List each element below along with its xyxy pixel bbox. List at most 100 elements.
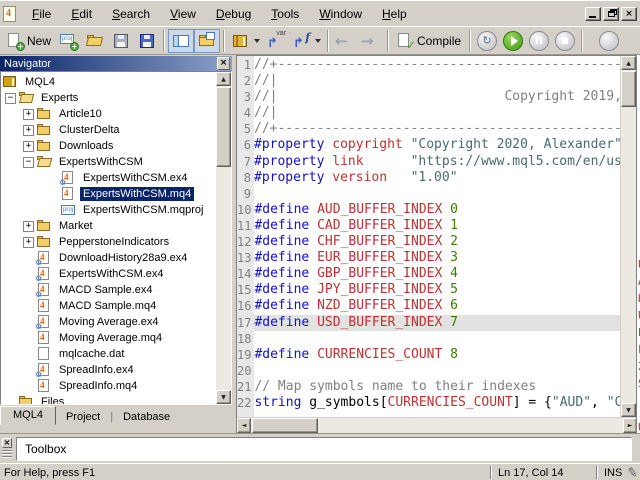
save-button[interactable]	[108, 29, 134, 53]
code-line-18[interactable]: 18	[237, 330, 620, 347]
new-button[interactable]: + New	[2, 29, 56, 53]
save-all-button[interactable]	[134, 29, 160, 53]
expand-plus-icon[interactable]: +	[23, 220, 34, 232]
expand-plus-icon[interactable]: +	[23, 140, 34, 152]
code-line-14[interactable]: 14 #define GBP_BUFFER_INDEX 4	[237, 266, 620, 283]
tree-item-moving-average-ex4[interactable]: 4 ⚙ Moving Average.ex4	[1, 314, 231, 331]
scroll-up-button[interactable]: ▲	[621, 56, 636, 70]
navigator-close-button[interactable]: ×	[217, 57, 230, 70]
toolbox-close-button[interactable]: ×	[2, 438, 12, 448]
code-line-12[interactable]: 12 #define CHF_BUFFER_INDEX 2	[237, 234, 620, 251]
tree-item-downloadhistory28a9-ex4[interactable]: 4 ⚙ DownloadHistory28a9.ex4	[1, 250, 231, 267]
tree-item-article10[interactable]: + Article10	[1, 106, 231, 122]
restore-button[interactable]	[603, 7, 619, 21]
file-view-toggle-button[interactable]	[194, 28, 221, 53]
code-line-8[interactable]: 8 #property version "1.00"	[237, 169, 620, 186]
insert-variable-button[interactable]: var ↱	[263, 29, 289, 53]
code-line-1[interactable]: 1//+------------------------------------…	[237, 57, 620, 74]
close-button[interactable]: ×	[621, 7, 637, 21]
scroll-up-button[interactable]: ▲	[216, 72, 231, 86]
expand-plus-icon[interactable]: +	[23, 124, 34, 136]
navigator-toggle-button[interactable]	[168, 28, 195, 53]
forward-button[interactable]: →	[358, 29, 384, 53]
collapse-minus-icon[interactable]: −	[23, 156, 34, 168]
minimize-icon	[589, 16, 596, 18]
tree-item-spreadinfo-mq4[interactable]: 4 SpreadInfo.mq4	[1, 378, 231, 394]
back-button[interactable]: ←	[332, 29, 358, 53]
compile-button[interactable]: ✓ Compile	[392, 29, 466, 53]
code-line-21[interactable]: 21// Map symbols name to their indexes	[237, 378, 620, 395]
tree-item-macd-sample-mq4[interactable]: 4 MACD Sample.mq4	[1, 298, 231, 314]
code-line-20[interactable]: 20	[237, 362, 620, 379]
code-line-13[interactable]: 13 #define EUR_BUFFER_INDEX 3	[237, 250, 620, 267]
tree-item-mqlcache-dat[interactable]: mqlcache.dat	[1, 346, 231, 362]
menu-debug[interactable]: Debug	[206, 4, 261, 24]
expand-plus-icon[interactable]: +	[23, 236, 34, 248]
tree-item-market[interactable]: + Market	[1, 218, 231, 234]
scroll-down-button[interactable]: ▼	[621, 403, 636, 417]
new-project-button[interactable]: proj +	[56, 29, 82, 53]
tree-item-spreadinfo-ex4[interactable]: 4 ⚙ SpreadInfo.ex4	[1, 362, 231, 379]
tree-item-moving-average-mq4[interactable]: 4 Moving Average.mq4	[1, 330, 231, 346]
editor-horizontal-scrollbar[interactable]: ◄ ►	[237, 417, 637, 433]
tree-item-expertswithcsm-ex4[interactable]: 4 ⚙ ExpertsWithCSM.ex4	[1, 266, 231, 283]
code-editor[interactable]: 1//+------------------------------------…	[236, 55, 637, 433]
menu-view[interactable]: View	[160, 4, 206, 24]
tree-item-mql4[interactable]: MQL4	[1, 74, 231, 90]
dictionary-button[interactable]	[228, 29, 263, 53]
menu-window[interactable]: Window	[309, 4, 372, 24]
code-line-22[interactable]: 22 string g_symbols[CURRENCIES_COUNT] = {…	[237, 394, 620, 412]
tab-database[interactable]: Database	[113, 409, 180, 423]
code-line-11[interactable]: 11 #define CAD_BUFFER_INDEX 1	[237, 217, 620, 235]
scroll-thumb[interactable]	[621, 71, 636, 107]
start-debug-button[interactable]	[500, 29, 526, 53]
clipped-edge-button[interactable]	[586, 29, 620, 53]
menu-help[interactable]: Help	[372, 4, 417, 24]
scroll-left-button[interactable]: ◄	[237, 418, 251, 433]
code-line-5[interactable]: 5//+------------------------------------…	[237, 121, 620, 138]
toolbox-handle[interactable]: ×	[2, 438, 14, 460]
code-line-15[interactable]: 15 #define JPY_BUFFER_INDEX 5	[237, 282, 620, 299]
scroll-thumb[interactable]	[252, 418, 318, 433]
code-line-10[interactable]: 10 #define AUD_BUFFER_INDEX 0	[237, 201, 620, 218]
code-area[interactable]: 1//+------------------------------------…	[237, 57, 620, 417]
restart-debug-button[interactable]: ↻	[474, 29, 500, 53]
expand-plus-icon[interactable]: +	[23, 108, 34, 120]
minimize-button[interactable]	[585, 7, 601, 21]
tree-item-files[interactable]: Files	[1, 394, 231, 404]
menu-tools[interactable]: Tools	[261, 4, 309, 24]
code-line-6[interactable]: 6 #property copyright "Copyright 2020, Al…	[237, 137, 620, 154]
menu-file[interactable]: File	[22, 4, 61, 24]
tree-item-pepperstoneindicators[interactable]: + PepperstoneIndicators	[1, 234, 231, 250]
tree-item-clusterdelta[interactable]: + ClusterDelta	[1, 122, 231, 138]
open-button[interactable]	[82, 29, 108, 53]
tree-item-expertswithcsm[interactable]: − ExpertsWithCSM	[1, 154, 231, 170]
pause-debug-button[interactable]	[526, 29, 552, 53]
stop-debug-button[interactable]	[552, 29, 578, 53]
code-line-9[interactable]: 9	[237, 185, 620, 202]
scroll-down-button[interactable]: ▼	[216, 390, 231, 404]
tree-item-downloads[interactable]: + Downloads	[1, 138, 231, 154]
tab-project[interactable]: Project	[56, 409, 110, 423]
navigator-scrollbar[interactable]: ▲ ▼	[216, 72, 231, 404]
tree-item-expertswithcsm-mq4[interactable]: 4 ExpertsWithCSM.mq4	[1, 186, 231, 202]
editor-vertical-scrollbar[interactable]: ▲ ▼	[620, 56, 636, 417]
code-line-3[interactable]: 3//| Copyright 2019, Alexander	[237, 89, 620, 106]
tree-item-macd-sample-ex4[interactable]: 4 ⚙ MACD Sample.ex4	[1, 282, 231, 299]
tree-item-experts[interactable]: − Experts	[1, 90, 231, 106]
menu-edit[interactable]: Edit	[61, 4, 102, 24]
code-line-17[interactable]: 17 #define USD_BUFFER_INDEX 7	[237, 314, 620, 331]
code-line-2[interactable]: 2//|	[237, 73, 620, 90]
code-line-16[interactable]: 16 #define NZD_BUFFER_INDEX 6	[237, 298, 620, 315]
scroll-thumb[interactable]	[216, 87, 231, 167]
scroll-right-button[interactable]: ►	[623, 418, 637, 433]
menu-search[interactable]: Search	[102, 4, 160, 24]
code-line-4[interactable]: 4//|	[237, 105, 620, 122]
insert-function-button[interactable]: f ↱	[289, 29, 324, 53]
tree-item-expertswithcsm-mqproj[interactable]: proj ExpertsWithCSM.mqproj	[1, 202, 231, 218]
tab-mql4[interactable]: MQL4	[0, 406, 56, 425]
code-line-19[interactable]: 19 #define CURRENCIES_COUNT 8	[237, 346, 620, 363]
collapse-minus-icon[interactable]: −	[5, 92, 16, 104]
code-line-7[interactable]: 7 #property link "https://www.mql5.com/en…	[237, 153, 620, 170]
tree-item-expertswithcsm-ex4[interactable]: 4 ⚙ ExpertsWithCSM.ex4	[1, 170, 231, 187]
